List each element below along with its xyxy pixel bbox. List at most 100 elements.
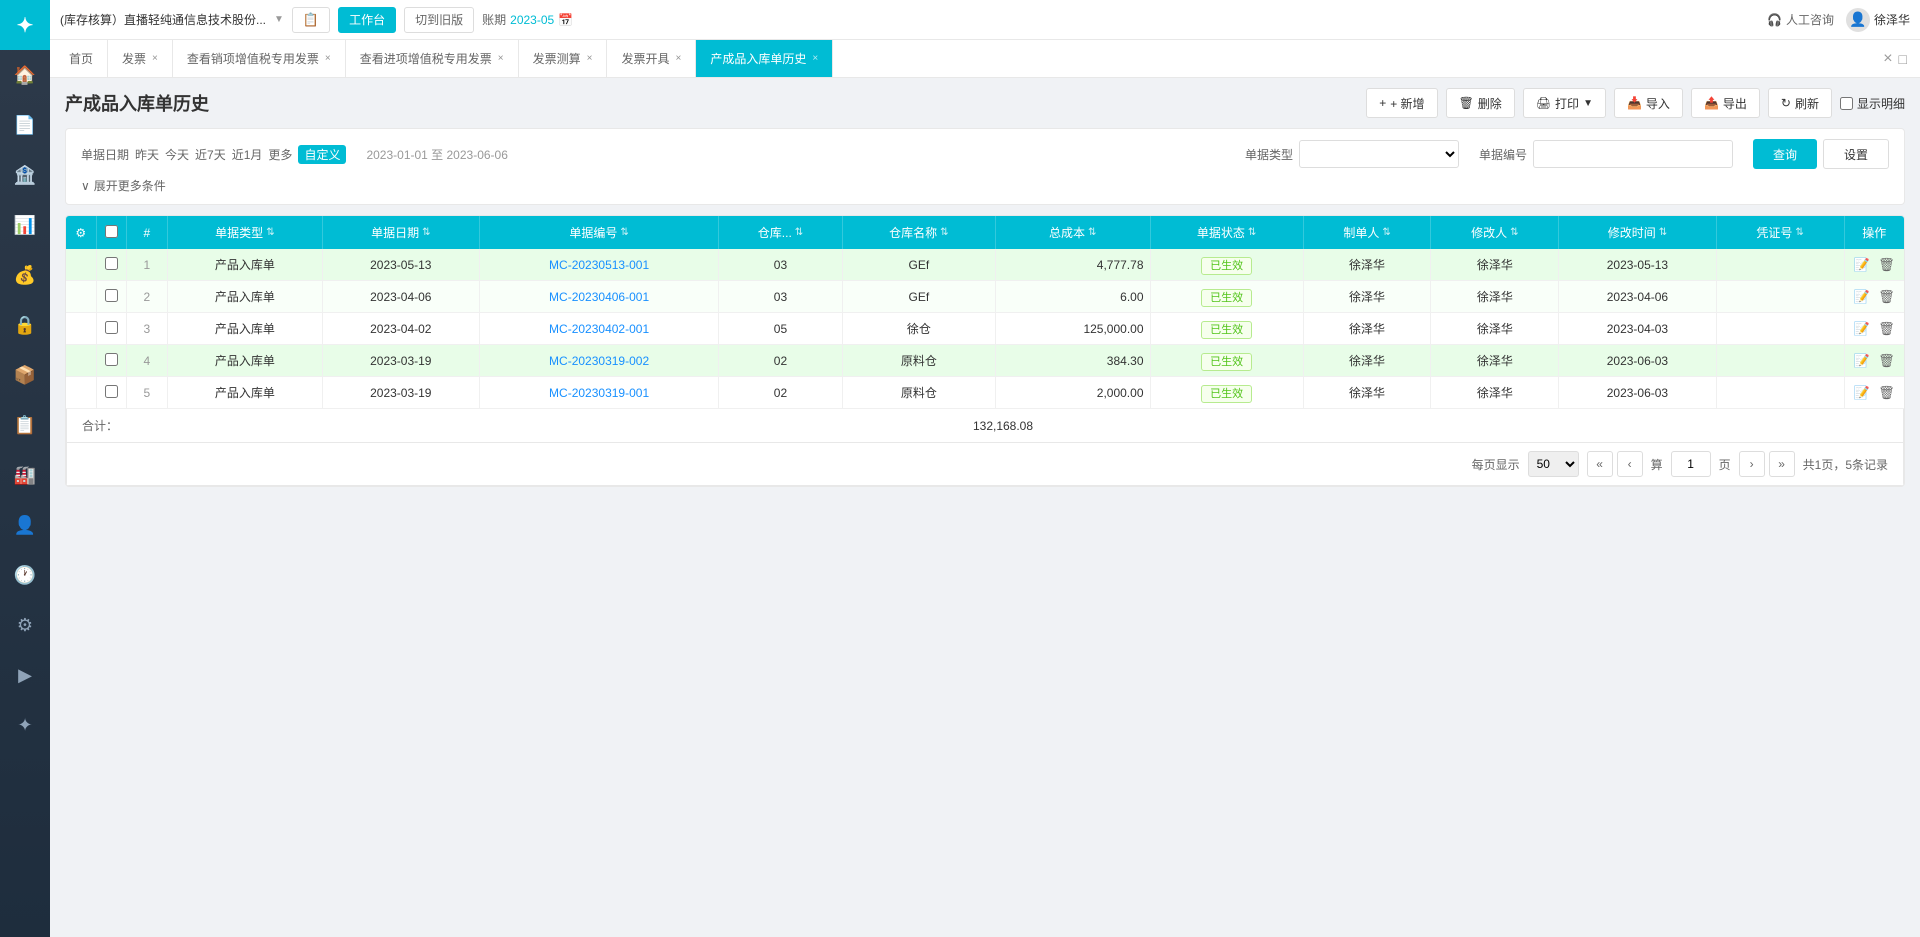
date-1month-btn[interactable]: 近1月 xyxy=(232,146,263,163)
row-edit-icon[interactable]: 📝 xyxy=(1854,257,1870,273)
tab-invoice-calc-close[interactable]: × xyxy=(587,53,593,64)
col-status[interactable]: 单据状态 ⇅ xyxy=(1150,216,1303,249)
col-creator[interactable]: 制单人 ⇅ xyxy=(1303,216,1431,249)
settings-icon[interactable]: ⚙ xyxy=(75,226,86,240)
tab-input-vat-close[interactable]: × xyxy=(498,53,504,64)
row-edit-icon[interactable]: 📝 xyxy=(1854,353,1870,369)
col-number-sort[interactable]: ⇅ xyxy=(620,227,628,238)
col-modifier-sort[interactable]: ⇅ xyxy=(1510,227,1518,238)
col-modify-time[interactable]: 修改时间 ⇅ xyxy=(1559,216,1716,249)
col-modifier[interactable]: 修改人 ⇅ xyxy=(1431,216,1559,249)
tab-home[interactable]: 首页 xyxy=(55,40,108,78)
row-number[interactable]: MC-20230319-002 xyxy=(479,345,718,377)
col-type-sort[interactable]: ⇅ xyxy=(266,227,274,238)
number-filter-input[interactable] xyxy=(1533,140,1733,168)
delete-btn[interactable]: 🗑 删除 xyxy=(1446,88,1515,118)
tab-invoice-issue[interactable]: 发票开具 × xyxy=(607,40,696,78)
search-btn[interactable]: 查询 xyxy=(1753,139,1817,169)
sidebar-item-inventory[interactable]: 🏭 xyxy=(0,450,50,500)
calendar-icon[interactable]: 📅 xyxy=(558,13,573,27)
date-custom-btn[interactable]: 自定义 xyxy=(298,145,346,164)
row-delete-icon[interactable]: 🗑 xyxy=(1878,257,1895,273)
date-yesterday-btn[interactable]: 昨天 xyxy=(135,146,159,163)
tab-invoices[interactable]: 发票 × xyxy=(108,40,173,78)
row-checkbox-cell[interactable] xyxy=(96,377,126,409)
workbench-btn[interactable]: 工作台 xyxy=(338,7,396,33)
sidebar-item-person[interactable]: 👤 xyxy=(0,500,50,550)
row-number[interactable]: MC-20230402-001 xyxy=(479,313,718,345)
export-btn[interactable]: 📤 导出 xyxy=(1691,88,1760,118)
page-number-input[interactable] xyxy=(1671,451,1711,477)
tab-product-receipt-close[interactable]: × xyxy=(812,53,818,64)
prev-page-btn[interactable]: ‹ xyxy=(1617,451,1643,477)
col-voucher[interactable]: 凭证号 ⇅ xyxy=(1716,216,1844,249)
row-edit-icon[interactable]: 📝 xyxy=(1854,385,1870,401)
date-more-btn[interactable]: 更多 xyxy=(268,146,292,163)
row-checkbox[interactable] xyxy=(105,321,118,334)
row-delete-icon[interactable]: 🗑 xyxy=(1878,385,1895,401)
col-creator-sort[interactable]: ⇅ xyxy=(1382,227,1390,238)
sidebar-item-account[interactable]: 🏦 xyxy=(0,150,50,200)
copy-btn[interactable]: 📋 xyxy=(292,7,330,33)
row-checkbox[interactable] xyxy=(105,353,118,366)
sidebar-item-star[interactable]: ✦ xyxy=(0,700,50,750)
show-detail-toggle[interactable]: 显示明细 xyxy=(1840,95,1905,112)
col-settings[interactable]: ⚙ xyxy=(66,216,96,249)
row-delete-icon[interactable]: 🗑 xyxy=(1878,321,1895,337)
tab-invoice-calc[interactable]: 发票测算 × xyxy=(519,40,608,78)
sidebar-item-settings[interactable]: ⚙ xyxy=(0,600,50,650)
row-number-link[interactable]: MC-20230319-001 xyxy=(549,386,649,400)
date-today-btn[interactable]: 今天 xyxy=(165,146,189,163)
row-number-link[interactable]: MC-20230406-001 xyxy=(549,290,649,304)
col-warehouse-name-sort[interactable]: ⇅ xyxy=(940,227,948,238)
page-size-select[interactable]: 10 20 50 100 xyxy=(1528,451,1579,477)
sidebar-item-voucher[interactable]: 📄 xyxy=(0,100,50,150)
sidebar-item-report[interactable]: 📋 xyxy=(0,400,50,450)
col-type[interactable]: 单据类型 ⇅ xyxy=(168,216,322,249)
account-period-value[interactable]: 2023-05 xyxy=(510,13,554,27)
tab-input-vat[interactable]: 查看进项增值税专用发票 × xyxy=(346,40,519,78)
col-total-cost[interactable]: 总成本 ⇅ xyxy=(995,216,1150,249)
next-page-btn[interactable]: › xyxy=(1739,451,1765,477)
row-number-link[interactable]: MC-20230513-001 xyxy=(549,258,649,272)
row-checkbox[interactable] xyxy=(105,385,118,398)
row-number[interactable]: MC-20230406-001 xyxy=(479,281,718,313)
col-total-cost-sort[interactable]: ⇅ xyxy=(1088,227,1096,238)
user-service[interactable]: 🎧 人工咨询 xyxy=(1767,11,1834,28)
company-name[interactable]: (库存核算）直播轻纯通信息技术股份... xyxy=(60,11,266,28)
switch-version-btn[interactable]: 切到旧版 xyxy=(404,7,474,33)
date-7days-btn[interactable]: 近7天 xyxy=(195,146,226,163)
row-number[interactable]: MC-20230319-001 xyxy=(479,377,718,409)
last-page-btn[interactable]: » xyxy=(1769,451,1795,477)
company-dropdown-icon[interactable]: ▼ xyxy=(274,14,284,25)
row-edit-icon[interactable]: 📝 xyxy=(1854,321,1870,337)
refresh-btn[interactable]: ↻ 刷新 xyxy=(1768,88,1832,118)
user-profile[interactable]: 👤 徐泽华 xyxy=(1846,8,1910,32)
sidebar-item-asset[interactable]: 📦 xyxy=(0,350,50,400)
new-btn[interactable]: + + 新增 xyxy=(1366,88,1437,118)
tab-output-vat[interactable]: 查看销项增值税专用发票 × xyxy=(173,40,346,78)
sidebar-item-play[interactable]: ▶ xyxy=(0,650,50,700)
row-checkbox[interactable] xyxy=(105,289,118,302)
col-warehouse-code-sort[interactable]: ⇅ xyxy=(795,227,803,238)
show-detail-checkbox[interactable] xyxy=(1840,97,1853,110)
sidebar-item-tax[interactable]: 💰 xyxy=(0,250,50,300)
col-voucher-sort[interactable]: ⇅ xyxy=(1795,227,1803,238)
col-warehouse-name[interactable]: 仓库名称 ⇅ xyxy=(842,216,995,249)
sidebar-item-home[interactable]: 🏠 xyxy=(0,50,50,100)
sidebar-item-lock[interactable]: 🔒 xyxy=(0,300,50,350)
col-status-sort[interactable]: ⇅ xyxy=(1248,227,1256,238)
type-filter-select[interactable] xyxy=(1299,140,1459,168)
col-checkbox[interactable] xyxy=(96,216,126,249)
row-checkbox[interactable] xyxy=(105,257,118,270)
tab-product-receipt[interactable]: 产成品入库单历史 × xyxy=(696,40,833,78)
row-number-link[interactable]: MC-20230402-001 xyxy=(549,322,649,336)
tab-output-vat-close[interactable]: × xyxy=(325,53,331,64)
row-checkbox-cell[interactable] xyxy=(96,249,126,281)
print-btn[interactable]: 🖨 打印 ▼ xyxy=(1523,88,1606,118)
row-delete-icon[interactable]: 🗑 xyxy=(1878,289,1895,305)
col-date-sort[interactable]: ⇅ xyxy=(422,227,430,238)
row-checkbox-cell[interactable] xyxy=(96,345,126,377)
row-checkbox-cell[interactable] xyxy=(96,313,126,345)
col-date[interactable]: 单据日期 ⇅ xyxy=(322,216,479,249)
